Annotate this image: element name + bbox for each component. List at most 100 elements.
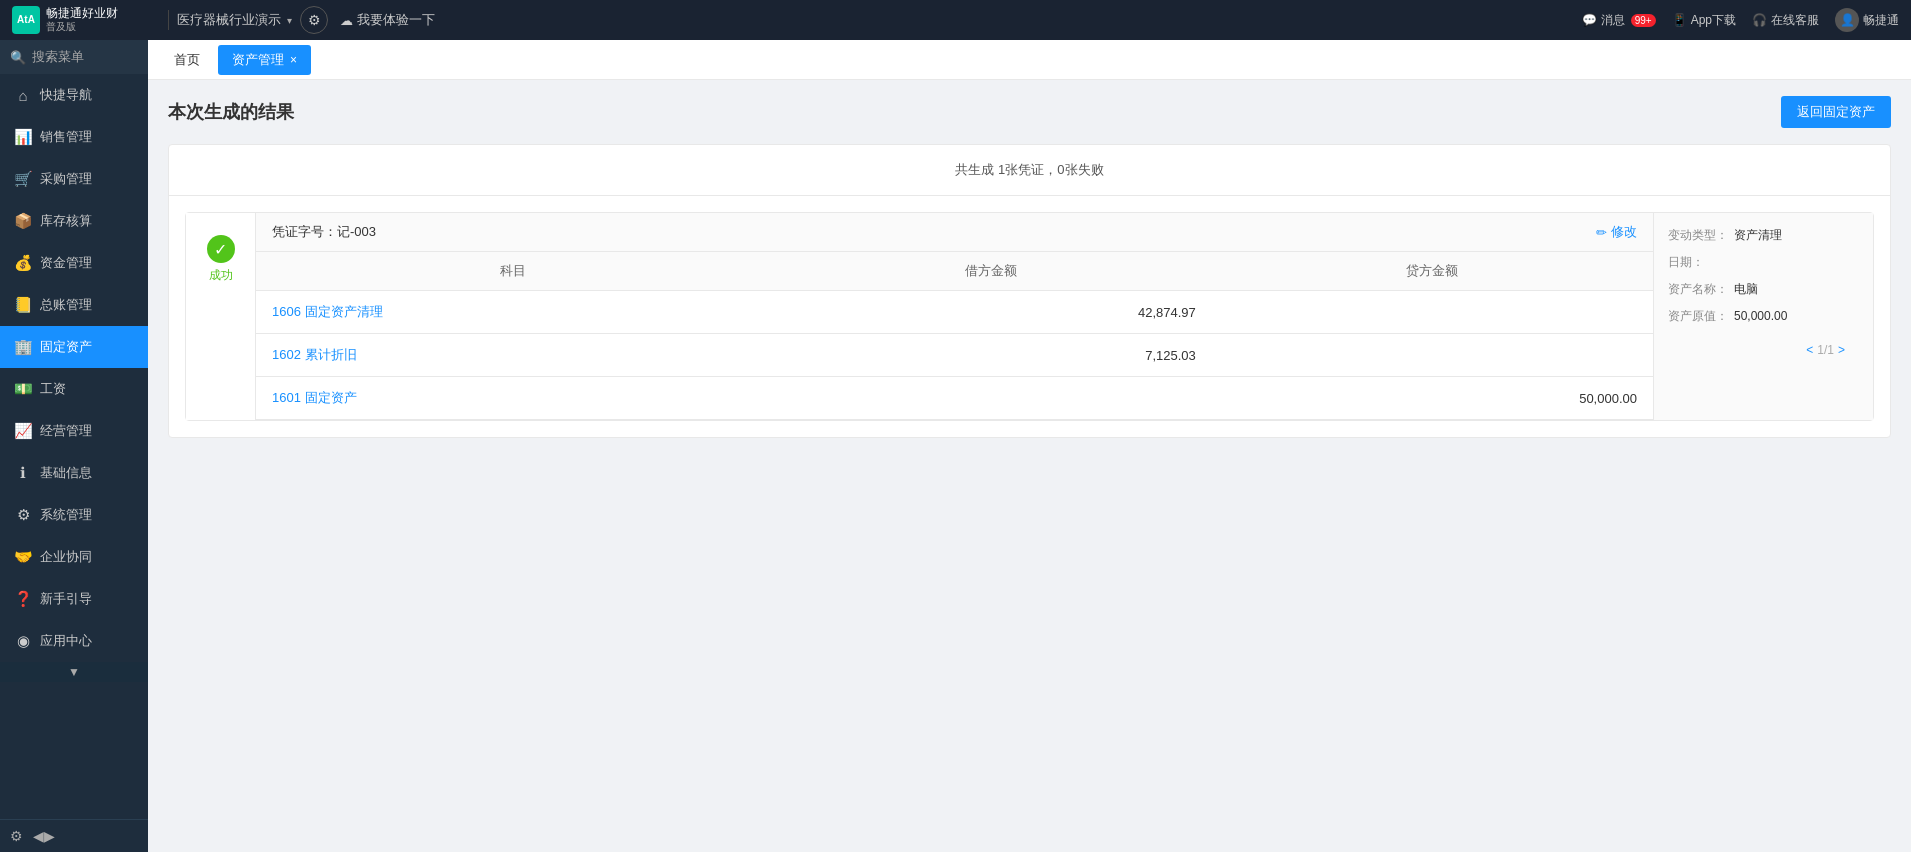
fixed-assets-icon: 🏢 <box>14 338 32 356</box>
cell-credit-1 <box>1212 334 1653 377</box>
cell-debit-0: 42,874.97 <box>771 291 1212 334</box>
sidebar-item-guide[interactable]: ❓ 新手引导 <box>0 578 148 620</box>
col-header-credit: 贷方金额 <box>1212 252 1653 291</box>
sales-icon: 📊 <box>14 128 32 146</box>
table-header-row: 科目 借方金额 贷方金额 <box>256 252 1653 291</box>
chevron-down-icon: ▾ <box>287 15 292 26</box>
cell-debit-2 <box>771 377 1212 420</box>
logo-area: AtA 畅捷通好业财 普及版 <box>12 6 160 34</box>
tab-home[interactable]: 首页 <box>160 45 214 75</box>
online-service-button[interactable]: 🎧 在线客服 <box>1752 12 1819 29</box>
sidebar-item-funds[interactable]: 💰 资金管理 <box>0 242 148 284</box>
cell-debit-1: 7,125.03 <box>771 334 1212 377</box>
table-row: 1606 固定资产清理 42,874.97 <box>256 291 1653 334</box>
ledger-icon: 📒 <box>14 296 32 314</box>
voucher-status-column: ✓ 成功 <box>186 213 256 420</box>
page-title: 本次生成的结果 <box>168 100 294 124</box>
col-header-subject: 科目 <box>256 252 771 291</box>
cell-subject-0: 1606 固定资产清理 <box>256 291 771 334</box>
sidebar-item-sales[interactable]: 📊 销售管理 <box>0 116 148 158</box>
sidebar-item-quick-nav[interactable]: ⌂ 快捷导航 <box>0 74 148 116</box>
home-icon: ⌂ <box>14 86 32 104</box>
asset-name-row: 资产名称： 电脑 <box>1668 281 1859 298</box>
cell-credit-2: 50,000.00 <box>1212 377 1653 420</box>
date-row: 日期： <box>1668 254 1859 271</box>
company-selector[interactable]: 医疗器械行业演示 ▾ <box>177 11 292 29</box>
settings-bottom-icon[interactable]: ⚙ <box>10 828 23 844</box>
search-icon: 🔍 <box>10 50 26 65</box>
asset-name-label: 资产名称： <box>1668 281 1728 298</box>
voucher-number: 凭证字号：记-003 <box>272 223 376 241</box>
table-row: 1602 累计折旧 7,125.03 <box>256 334 1653 377</box>
sidebar-item-apps[interactable]: ◉ 应用中心 <box>0 620 148 662</box>
message-icon: 💬 <box>1582 13 1597 27</box>
tab-close-icon[interactable]: × <box>290 53 297 67</box>
search-menu[interactable]: 🔍 搜索菜单 <box>0 40 148 74</box>
sidebar-item-basic-info[interactable]: ℹ 基础信息 <box>0 452 148 494</box>
sidebar-item-operations[interactable]: 📈 经营管理 <box>0 410 148 452</box>
user-profile-button[interactable]: 👤 畅捷通 <box>1835 8 1899 32</box>
main-layout: 🔍 搜索菜单 ⌂ 快捷导航 📊 销售管理 🛒 采购管理 📦 库存核算 💰 资金管… <box>0 40 1911 852</box>
basic-info-icon: ℹ <box>14 464 32 482</box>
cell-subject-2: 1601 固定资产 <box>256 377 771 420</box>
funds-icon: 💰 <box>14 254 32 272</box>
messages-button[interactable]: 💬 消息 99+ <box>1582 12 1656 29</box>
company-name: 医疗器械行业演示 <box>177 11 281 29</box>
messages-badge: 99+ <box>1631 14 1656 27</box>
avatar: 👤 <box>1835 8 1859 32</box>
voucher-header: 凭证字号：记-003 ✏ 修改 <box>256 213 1653 252</box>
content-area: 首页 资产管理 × 本次生成的结果 返回固定资产 共生成 1张凭证，0张失败 <box>148 40 1911 852</box>
purchase-icon: 🛒 <box>14 170 32 188</box>
sidebar-item-ledger[interactable]: 📒 总账管理 <box>0 284 148 326</box>
result-summary: 共生成 1张凭证，0张失败 <box>169 145 1890 196</box>
sidebar-bottom: ⚙ ◀▶ <box>0 819 148 852</box>
app-download-button[interactable]: 📱 App下载 <box>1672 12 1736 29</box>
sidebar-item-payroll[interactable]: 💵 工资 <box>0 368 148 410</box>
enterprise-icon: 🤝 <box>14 548 32 566</box>
success-label: 成功 <box>209 267 233 284</box>
edit-icon: ✏ <box>1596 225 1607 240</box>
inventory-icon: 📦 <box>14 212 32 230</box>
header-divider <box>168 10 169 30</box>
table-row: 1601 固定资产 50,000.00 <box>256 377 1653 420</box>
asset-value-value: 50,000.00 <box>1734 309 1787 323</box>
tab-asset-management[interactable]: 资产管理 × <box>218 45 311 75</box>
header-actions: 💬 消息 99+ 📱 App下载 🎧 在线客服 👤 畅捷通 <box>1582 8 1899 32</box>
cell-credit-0 <box>1212 291 1653 334</box>
result-panel: 共生成 1张凭证，0张失败 ✓ 成功 凭证字号：记-003 ✏ <box>168 144 1891 438</box>
sidebar-item-inventory[interactable]: 📦 库存核算 <box>0 200 148 242</box>
change-type-label: 变动类型： <box>1668 227 1728 244</box>
logo-icon: AtA <box>12 6 40 34</box>
collapse-sidebar-button[interactable]: ◀▶ <box>33 828 55 844</box>
voucher-block: ✓ 成功 凭证字号：记-003 ✏ 修改 <box>185 212 1874 421</box>
voucher-table: 科目 借方金额 贷方金额 1606 固定资产清理 42,874.97 1602 … <box>256 252 1653 420</box>
voucher-edit-button[interactable]: ✏ 修改 <box>1596 223 1637 241</box>
try-button[interactable]: ☁ 我要体验一下 <box>340 11 435 29</box>
apps-icon: ◉ <box>14 632 32 650</box>
cell-subject-1: 1602 累计折旧 <box>256 334 771 377</box>
page-title-row: 本次生成的结果 返回固定资产 <box>168 96 1891 128</box>
logo-sub: 普及版 <box>46 20 118 34</box>
phone-icon: 📱 <box>1672 13 1687 27</box>
cloud-icon: ☁ <box>340 13 353 28</box>
change-type-value: 资产清理 <box>1734 227 1782 244</box>
prev-page-button[interactable]: < <box>1806 343 1813 357</box>
sidebar-item-enterprise[interactable]: 🤝 企业协同 <box>0 536 148 578</box>
sidebar-scroll-down[interactable]: ▼ <box>0 662 148 682</box>
header-settings-button[interactable]: ⚙ <box>300 6 328 34</box>
voucher-main: 凭证字号：记-003 ✏ 修改 科目 借方金额 贷方 <box>256 213 1653 420</box>
logo-text: 畅捷通好业财 <box>46 6 118 20</box>
sidebar-item-fixed-assets[interactable]: 🏢 固定资产 <box>0 326 148 368</box>
asset-name-value: 电脑 <box>1734 281 1758 298</box>
asset-value-row: 资产原值： 50,000.00 <box>1668 308 1859 325</box>
headset-icon: 🎧 <box>1752 13 1767 27</box>
change-type-row: 变动类型： 资产清理 <box>1668 227 1859 244</box>
sidebar-item-system[interactable]: ⚙ 系统管理 <box>0 494 148 536</box>
system-icon: ⚙ <box>14 506 32 524</box>
operations-icon: 📈 <box>14 422 32 440</box>
tab-bar: 首页 资产管理 × <box>148 40 1911 80</box>
payroll-icon: 💵 <box>14 380 32 398</box>
next-page-button[interactable]: > <box>1838 343 1845 357</box>
sidebar-item-purchase[interactable]: 🛒 采购管理 <box>0 158 148 200</box>
return-fixed-assets-button[interactable]: 返回固定资产 <box>1781 96 1891 128</box>
